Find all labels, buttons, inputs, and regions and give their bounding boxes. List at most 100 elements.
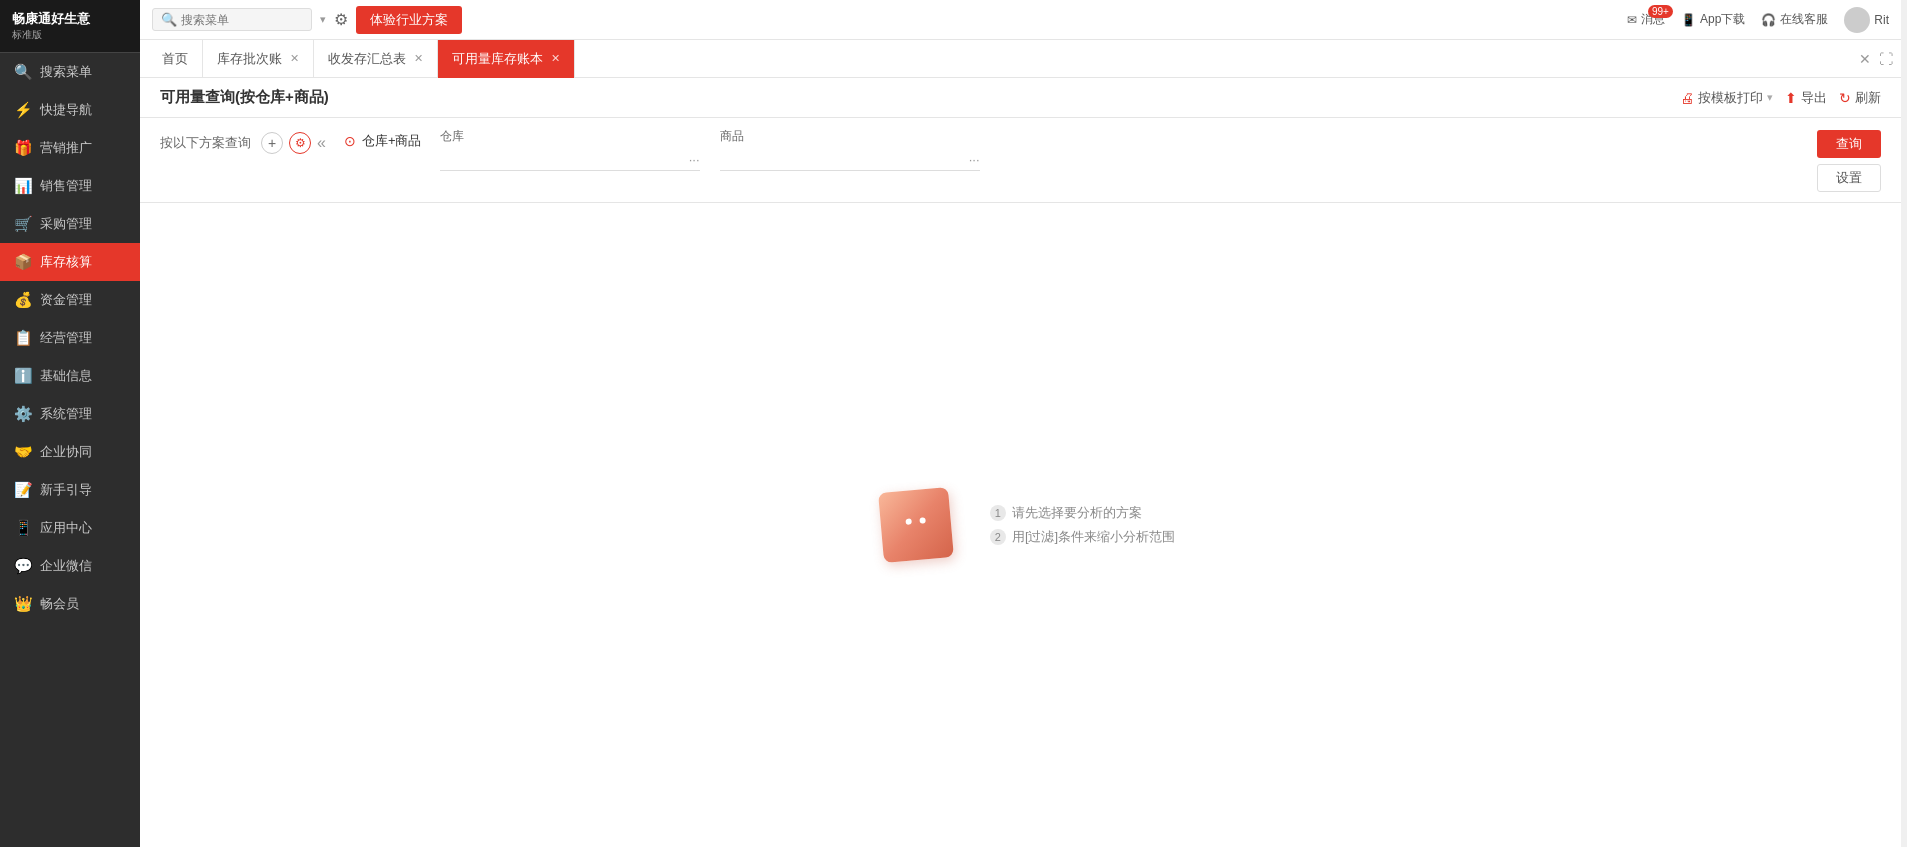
topbar: 🔍 ▾ ⚙ 体验行业方案 ✉ 消息 99+ 📱 App下载 🎧 在线客服 Rit xyxy=(140,0,1901,40)
sidebar-item-label: 应用中心 xyxy=(40,519,92,537)
sidebar-item-label: 企业微信 xyxy=(40,557,92,575)
gear-icon: ⚙️ xyxy=(14,405,32,423)
online-service-button[interactable]: 🎧 在线客服 xyxy=(1761,11,1828,28)
goods-field-input: ··· xyxy=(720,149,980,171)
gear-settings-icon[interactable]: ⚙ xyxy=(334,10,348,29)
window-controls: ✕ ⛶ xyxy=(1859,51,1893,67)
sidebar-item-shortcut[interactable]: ⚡ 快捷导航 xyxy=(0,91,140,129)
filter-label: 按以下方案查询 xyxy=(160,128,251,152)
close-icon[interactable]: ✕ xyxy=(290,52,299,65)
filter-field-warehouse: 仓库 ··· xyxy=(440,128,700,171)
mobile-download-icon: 📱 xyxy=(1681,13,1696,27)
service-label: 在线客服 xyxy=(1780,11,1828,28)
hint-text-1: 请先选择要分析的方案 xyxy=(1012,504,1142,522)
sidebar-item-app-center[interactable]: 📱 应用中心 xyxy=(0,509,140,547)
user-profile-button[interactable]: Rit xyxy=(1844,7,1889,33)
handshake-icon: 🤝 xyxy=(14,443,32,461)
tab-summary[interactable]: 收发存汇总表 ✕ xyxy=(314,40,438,78)
sidebar-item-label: 企业协同 xyxy=(40,443,92,461)
tab-available-label: 可用量库存账本 xyxy=(452,50,543,68)
export-label: 导出 xyxy=(1801,89,1827,107)
gift-icon: 🎁 xyxy=(14,139,32,157)
info-icon: ℹ️ xyxy=(14,367,32,385)
box-illustration xyxy=(878,487,954,563)
tab-batch-label: 库存批次账 xyxy=(217,50,282,68)
sidebar-item-label: 营销推广 xyxy=(40,139,92,157)
page-title: 可用量查询(按仓库+商品) xyxy=(160,88,329,107)
chevron-down-icon[interactable]: ▾ xyxy=(320,13,326,26)
goods-more-button[interactable]: ··· xyxy=(969,152,980,167)
search-input[interactable] xyxy=(181,13,281,27)
avatar xyxy=(1844,7,1870,33)
tab-home-label: 首页 xyxy=(162,50,188,68)
empty-hints: 1 请先选择要分析的方案 2 用[过滤]条件来缩小分析范围 xyxy=(990,504,1175,546)
close-window-icon[interactable]: ✕ xyxy=(1859,51,1871,67)
right-edge xyxy=(1901,0,1907,847)
sidebar-logo: 畅康通好生意 标准版 xyxy=(0,0,140,53)
sidebar-item-vip[interactable]: 👑 畅会员 xyxy=(0,585,140,623)
hint-text-2: 用[过滤]条件来缩小分析范围 xyxy=(1012,528,1175,546)
sidebar-item-sales[interactable]: 📊 销售管理 xyxy=(0,167,140,205)
filter-area: 按以下方案查询 + ⚙ « ⊙ 仓库+商品 仓库 ··· 商品 xyxy=(140,118,1901,203)
filter-add-button[interactable]: + xyxy=(261,132,283,154)
query-button[interactable]: 查询 xyxy=(1817,130,1881,158)
hint-num-1: 1 xyxy=(990,505,1006,521)
print-icon: 🖨 xyxy=(1680,90,1694,106)
expand-window-icon[interactable]: ⛶ xyxy=(1879,51,1893,67)
warehouse-more-button[interactable]: ··· xyxy=(689,152,700,167)
sidebar-item-purchase[interactable]: 🛒 采购管理 xyxy=(0,205,140,243)
settings-button[interactable]: 设置 xyxy=(1817,164,1881,192)
sidebar-item-label: 畅会员 xyxy=(40,595,79,613)
warehouse-input[interactable] xyxy=(440,152,685,167)
topbar-search-box[interactable]: 🔍 xyxy=(152,8,312,31)
sidebar-item-label: 系统管理 xyxy=(40,405,92,423)
tabs-bar: 首页 库存批次账 ✕ 收发存汇总表 ✕ 可用量库存账本 ✕ ✕ ⛶ xyxy=(140,40,1901,78)
sidebar-item-wechat[interactable]: 💬 企业微信 xyxy=(0,547,140,585)
app-download-label: App下载 xyxy=(1700,11,1745,28)
app-title: 畅康通好生意 xyxy=(12,10,90,28)
sidebar-item-finance[interactable]: 💰 资金管理 xyxy=(0,281,140,319)
close-icon[interactable]: ✕ xyxy=(414,52,423,65)
filter-fields: 仓库 ··· 商品 ··· xyxy=(440,128,1808,171)
export-button[interactable]: ⬆ 导出 xyxy=(1785,89,1827,107)
sidebar-item-label: 资金管理 xyxy=(40,291,92,309)
empty-illustration xyxy=(866,475,966,575)
tab-home[interactable]: 首页 xyxy=(148,40,203,78)
app-download-button[interactable]: 📱 App下载 xyxy=(1681,11,1745,28)
box-eye-left xyxy=(905,518,912,525)
main-content: 🔍 ▾ ⚙ 体验行业方案 ✉ 消息 99+ 📱 App下载 🎧 在线客服 Rit xyxy=(140,0,1901,847)
lightning-icon: ⚡ xyxy=(14,101,32,119)
sidebar-item-collab[interactable]: 🤝 企业协同 xyxy=(0,433,140,471)
empty-hint-1: 1 请先选择要分析的方案 xyxy=(990,504,1175,522)
filter-settings-button[interactable]: ⚙ xyxy=(289,132,311,154)
topbar-right: ✉ 消息 99+ 📱 App下载 🎧 在线客服 Rit xyxy=(1627,7,1889,33)
tab-batch[interactable]: 库存批次账 ✕ xyxy=(203,40,314,78)
crown-icon: 👑 xyxy=(14,595,32,613)
sidebar: 畅康通好生意 标准版 🔍 搜索菜单 ⚡ 快捷导航 🎁 营销推广 📊 销售管理 🛒… xyxy=(0,0,140,847)
sidebar-item-search[interactable]: 🔍 搜索菜单 xyxy=(0,53,140,91)
sidebar-item-operations[interactable]: 📋 经营管理 xyxy=(0,319,140,357)
trial-industry-button[interactable]: 体验行业方案 xyxy=(356,6,462,34)
headset-icon: 🎧 xyxy=(1761,13,1776,27)
refresh-button[interactable]: ↻ 刷新 xyxy=(1839,89,1881,107)
sidebar-item-label: 搜索菜单 xyxy=(40,63,92,81)
goods-input[interactable] xyxy=(720,152,965,167)
sidebar-item-onboarding[interactable]: 📝 新手引导 xyxy=(0,471,140,509)
sidebar-item-marketing[interactable]: 🎁 营销推广 xyxy=(0,129,140,167)
sidebar-item-inventory[interactable]: 📦 库存核算 xyxy=(0,243,140,281)
scheme-item-warehouse-goods[interactable]: ⊙ 仓库+商品 xyxy=(336,128,430,154)
guide-icon: 📝 xyxy=(14,481,32,499)
query-actions: 查询 设置 xyxy=(1817,128,1881,192)
tab-available[interactable]: 可用量库存账本 ✕ xyxy=(438,40,575,78)
sidebar-item-basic[interactable]: ℹ️ 基础信息 xyxy=(0,357,140,395)
message-button[interactable]: ✉ 消息 99+ xyxy=(1627,11,1665,28)
box-icon: 📦 xyxy=(14,253,32,271)
refresh-icon: ↻ xyxy=(1839,90,1851,106)
print-button[interactable]: 🖨 按模板打印 ▾ xyxy=(1680,89,1773,107)
chevron-down-icon[interactable]: ▾ xyxy=(1767,91,1773,104)
sidebar-item-system[interactable]: ⚙️ 系统管理 xyxy=(0,395,140,433)
close-icon[interactable]: ✕ xyxy=(551,52,560,65)
sidebar-item-label: 基础信息 xyxy=(40,367,92,385)
search-icon: 🔍 xyxy=(161,12,177,27)
filter-collapse-button[interactable]: « xyxy=(317,134,326,152)
